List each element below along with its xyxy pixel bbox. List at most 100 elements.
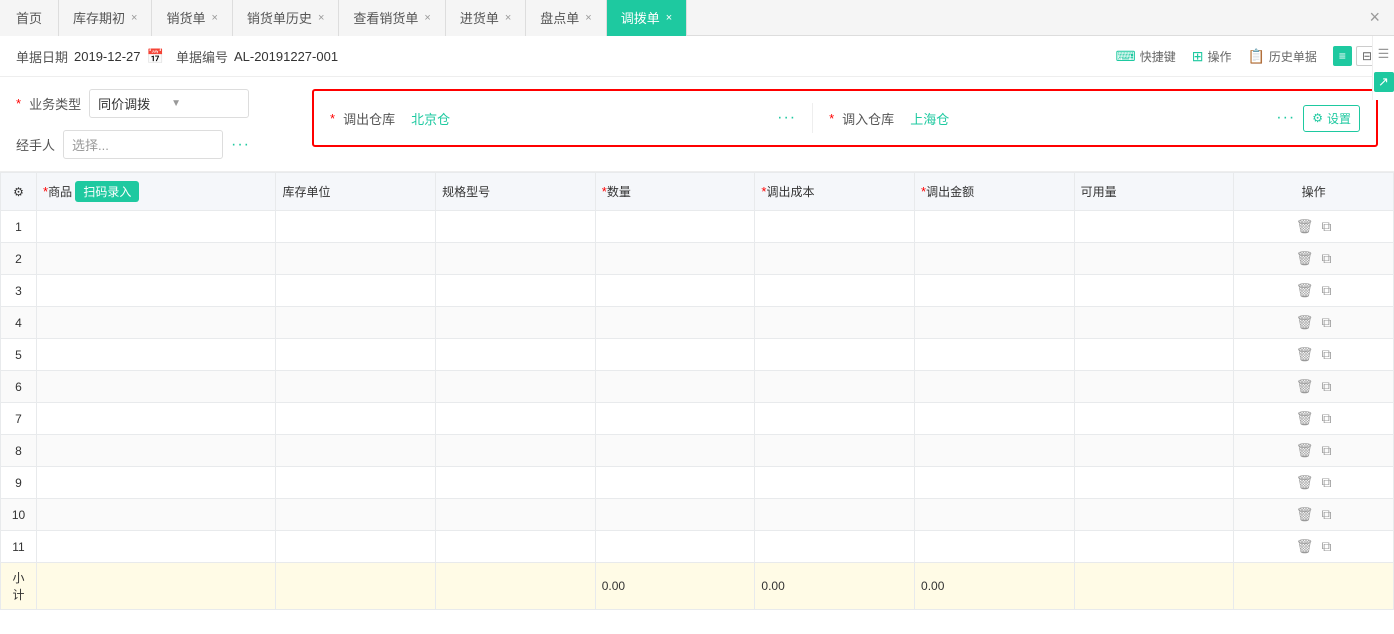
calendar-icon[interactable]: 📅	[147, 48, 164, 65]
th-settings[interactable]: ⚙	[1, 173, 37, 211]
cell-product-2[interactable]	[37, 243, 276, 275]
cell-amount-11[interactable]	[915, 531, 1075, 563]
cell-available-1[interactable]	[1074, 211, 1234, 243]
tab-purchase-close[interactable]: ×	[505, 12, 511, 24]
cell-qty-3[interactable]	[595, 275, 755, 307]
tab-sales-order[interactable]: 销货单 ×	[152, 0, 232, 36]
cell-product-3[interactable]	[37, 275, 276, 307]
delete-icon-10[interactable]: 🗑	[1296, 506, 1314, 523]
delete-icon-1[interactable]: 🗑	[1296, 218, 1314, 235]
cell-qty-10[interactable]	[595, 499, 755, 531]
cell-amount-9[interactable]	[915, 467, 1075, 499]
cell-spec-3[interactable]	[436, 275, 596, 307]
cell-cost-10[interactable]	[755, 499, 915, 531]
out-warehouse-more-btn[interactable]: ···	[777, 109, 796, 127]
cell-available-5[interactable]	[1074, 339, 1234, 371]
copy-icon-11[interactable]: ⧉	[1322, 538, 1332, 555]
delete-icon-3[interactable]: 🗑	[1296, 282, 1314, 299]
cell-cost-3[interactable]	[755, 275, 915, 307]
cell-spec-2[interactable]	[436, 243, 596, 275]
cell-cost-8[interactable]	[755, 435, 915, 467]
copy-icon-7[interactable]: ⧉	[1322, 410, 1332, 427]
copy-icon-8[interactable]: ⧉	[1322, 442, 1332, 459]
cell-unit-10[interactable]	[276, 499, 436, 531]
sidebar-notes-btn[interactable]: ☰	[1374, 44, 1394, 64]
tab-inventory-check-close[interactable]: ×	[585, 12, 591, 24]
delete-icon-2[interactable]: 🗑	[1296, 250, 1314, 267]
tab-transfer-close[interactable]: ×	[666, 12, 672, 24]
cell-product-9[interactable]	[37, 467, 276, 499]
cell-amount-10[interactable]	[915, 499, 1075, 531]
delete-icon-5[interactable]: 🗑	[1296, 346, 1314, 363]
cell-amount-6[interactable]	[915, 371, 1075, 403]
cell-available-6[interactable]	[1074, 371, 1234, 403]
cell-available-9[interactable]	[1074, 467, 1234, 499]
tab-inventory-init-close[interactable]: ×	[131, 12, 137, 24]
cell-amount-4[interactable]	[915, 307, 1075, 339]
delete-icon-8[interactable]: 🗑	[1296, 442, 1314, 459]
cell-spec-1[interactable]	[436, 211, 596, 243]
cell-available-3[interactable]	[1074, 275, 1234, 307]
cell-qty-9[interactable]	[595, 467, 755, 499]
cell-cost-9[interactable]	[755, 467, 915, 499]
cell-available-8[interactable]	[1074, 435, 1234, 467]
cell-available-2[interactable]	[1074, 243, 1234, 275]
cell-qty-5[interactable]	[595, 339, 755, 371]
cell-qty-11[interactable]	[595, 531, 755, 563]
cell-product-1[interactable]	[37, 211, 276, 243]
cell-product-8[interactable]	[37, 435, 276, 467]
copy-icon-3[interactable]: ⧉	[1322, 282, 1332, 299]
cell-spec-9[interactable]	[436, 467, 596, 499]
cell-unit-9[interactable]	[276, 467, 436, 499]
delete-icon-6[interactable]: 🗑	[1296, 378, 1314, 395]
tab-purchase[interactable]: 进货单 ×	[446, 0, 526, 36]
cell-unit-11[interactable]	[276, 531, 436, 563]
cell-product-11[interactable]	[37, 531, 276, 563]
delete-icon-11[interactable]: 🗑	[1296, 538, 1314, 555]
cell-spec-4[interactable]	[436, 307, 596, 339]
cell-spec-5[interactable]	[436, 339, 596, 371]
copy-icon-9[interactable]: ⧉	[1322, 474, 1332, 491]
cell-product-7[interactable]	[37, 403, 276, 435]
operations-action[interactable]: ⊞ 操作	[1192, 48, 1232, 65]
delete-icon-7[interactable]: 🗑	[1296, 410, 1314, 427]
cell-product-10[interactable]	[37, 499, 276, 531]
cell-cost-7[interactable]	[755, 403, 915, 435]
cell-unit-5[interactable]	[276, 339, 436, 371]
cell-qty-2[interactable]	[595, 243, 755, 275]
cell-spec-11[interactable]	[436, 531, 596, 563]
cell-spec-8[interactable]	[436, 435, 596, 467]
cell-qty-7[interactable]	[595, 403, 755, 435]
cell-unit-6[interactable]	[276, 371, 436, 403]
cell-cost-6[interactable]	[755, 371, 915, 403]
tab-view-sales[interactable]: 查看销货单 ×	[339, 0, 445, 36]
cell-product-6[interactable]	[37, 371, 276, 403]
operator-select[interactable]: 选择...	[63, 130, 223, 159]
cell-available-11[interactable]	[1074, 531, 1234, 563]
layout-list-btn[interactable]: ≡	[1333, 46, 1352, 66]
copy-icon-1[interactable]: ⧉	[1322, 218, 1332, 235]
cell-cost-5[interactable]	[755, 339, 915, 371]
tab-view-sales-close[interactable]: ×	[424, 12, 430, 24]
operator-more-btn[interactable]: ···	[231, 136, 250, 154]
tab-transfer[interactable]: 调拨单 ×	[607, 0, 687, 36]
cell-cost-4[interactable]	[755, 307, 915, 339]
cell-qty-1[interactable]	[595, 211, 755, 243]
copy-icon-10[interactable]: ⧉	[1322, 506, 1332, 523]
cell-available-10[interactable]	[1074, 499, 1234, 531]
cell-amount-1[interactable]	[915, 211, 1075, 243]
tab-inventory-init[interactable]: 库存期初 ×	[59, 0, 152, 36]
delete-icon-4[interactable]: 🗑	[1296, 314, 1314, 331]
copy-icon-5[interactable]: ⧉	[1322, 346, 1332, 363]
cell-amount-5[interactable]	[915, 339, 1075, 371]
copy-icon-4[interactable]: ⧉	[1322, 314, 1332, 331]
cell-amount-2[interactable]	[915, 243, 1075, 275]
cell-unit-1[interactable]	[276, 211, 436, 243]
shortcuts-action[interactable]: ⌨ 快捷键	[1115, 48, 1175, 65]
cell-cost-11[interactable]	[755, 531, 915, 563]
cell-unit-7[interactable]	[276, 403, 436, 435]
cell-unit-4[interactable]	[276, 307, 436, 339]
tab-inventory-check[interactable]: 盘点单 ×	[526, 0, 606, 36]
tab-sales-order-close[interactable]: ×	[211, 12, 217, 24]
cell-qty-8[interactable]	[595, 435, 755, 467]
